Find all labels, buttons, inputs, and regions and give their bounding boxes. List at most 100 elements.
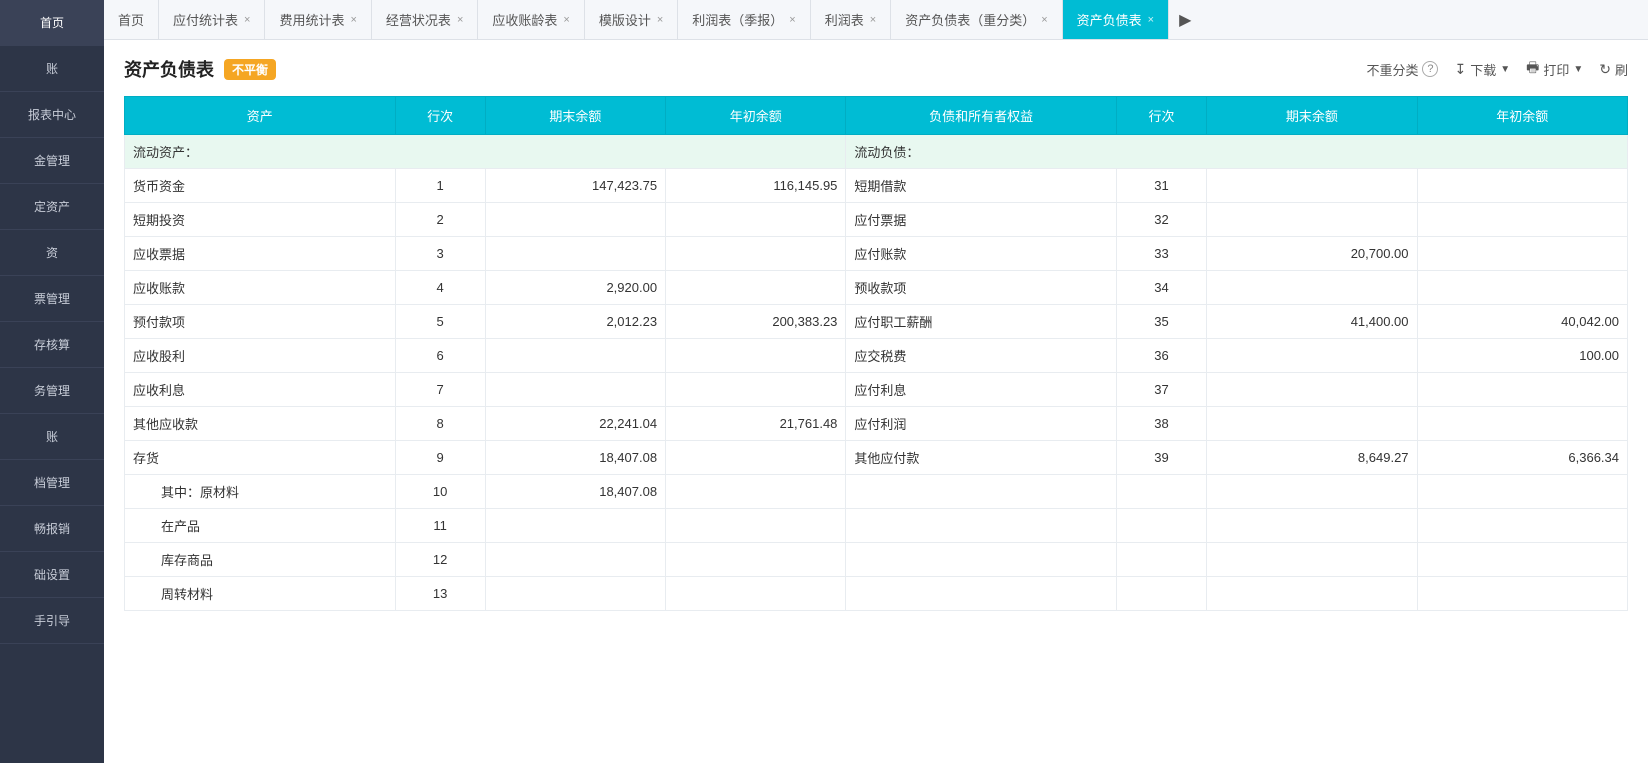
classify-label: 不重分类 <box>1366 60 1418 79</box>
asset-end-balance: 18,407.08 <box>485 475 665 509</box>
tab-label: 资产负债表（重分类） <box>905 10 1035 29</box>
sidebar-item-ledger[interactable]: 账 <box>0 46 104 92</box>
tab-home-label: 首页 <box>118 10 144 29</box>
toolbar-right: 不重分类 ? ↧ 下载 ▼ 🖶 打印 ▼ ↻ 刷 <box>1366 57 1628 81</box>
asset-row-num: 5 <box>395 305 485 339</box>
tab-close-icon[interactable]: × <box>1148 14 1154 26</box>
asset-begin-balance <box>666 543 846 577</box>
header-end-balance: 期末余额 <box>485 97 665 135</box>
sidebar-item-settings[interactable]: 础设置 <box>0 552 104 598</box>
liab-end-balance: 41,400.00 <box>1207 305 1417 339</box>
asset-name: 存货 <box>125 441 396 475</box>
tab-label: 利润表（季报） <box>692 10 783 29</box>
refresh-btn[interactable]: ↻ 刷 <box>1599 60 1628 79</box>
asset-end-balance: 147,423.75 <box>485 169 665 203</box>
header-year-begin: 年初余额 <box>666 97 846 135</box>
tab-receivable-age[interactable]: 应收账龄表 × <box>478 0 584 40</box>
sidebar-item-expense[interactable]: 畅报销 <box>0 506 104 552</box>
print-icon: 🖶 <box>1526 57 1539 81</box>
liab-row-num: 39 <box>1116 441 1206 475</box>
sidebar-item-home[interactable]: 首页 <box>0 0 104 46</box>
sidebar-item-archive[interactable]: 档管理 <box>0 460 104 506</box>
asset-row-num: 8 <box>395 407 485 441</box>
table-row: 应收票据 3 应付账款 33 20,700.00 <box>125 237 1628 271</box>
tab-balance-reclassify[interactable]: 资产负债表（重分类） × <box>891 0 1062 40</box>
liab-begin-balance <box>1417 373 1627 407</box>
liab-row-num: 35 <box>1116 305 1206 339</box>
asset-name: 应收股利 <box>125 339 396 373</box>
sidebar-item-capital[interactable]: 资 <box>0 230 104 276</box>
asset-end-balance <box>485 543 665 577</box>
liab-begin-balance <box>1417 509 1627 543</box>
sidebar-item-inventory[interactable]: 存核算 <box>0 322 104 368</box>
tab-more-btn[interactable]: ▶ <box>1169 0 1201 40</box>
liab-row-num <box>1116 509 1206 543</box>
header-year-begin2: 年初余额 <box>1417 97 1627 135</box>
asset-begin-balance <box>666 203 846 237</box>
sidebar-item-report-center[interactable]: 报表中心 <box>0 92 104 138</box>
table-row: 其中：原材料 10 18,407.08 <box>125 475 1628 509</box>
liab-name <box>846 543 1117 577</box>
table-row: 应收股利 6 应交税费 36 100.00 <box>125 339 1628 373</box>
liab-end-balance <box>1207 577 1417 611</box>
asset-begin-balance: 116,145.95 <box>666 169 846 203</box>
download-btn[interactable]: ↧ 下载 ▼ <box>1454 60 1510 79</box>
liab-name <box>846 475 1117 509</box>
tab-profit[interactable]: 利润表 × <box>811 0 891 40</box>
asset-row-num: 11 <box>395 509 485 543</box>
asset-begin-balance <box>666 271 846 305</box>
tab-close-icon[interactable]: × <box>244 14 250 26</box>
sidebar-item-affairs[interactable]: 务管理 <box>0 368 104 414</box>
liab-end-balance: 20,700.00 <box>1207 237 1417 271</box>
liab-end-balance <box>1207 339 1417 373</box>
tab-label: 资产负债表 <box>1077 10 1142 29</box>
print-label: 打印 <box>1543 60 1569 79</box>
liab-row-num: 38 <box>1116 407 1206 441</box>
tab-close-icon[interactable]: × <box>789 14 795 26</box>
tab-home[interactable]: 首页 <box>104 0 159 40</box>
liab-name: 应付利润 <box>846 407 1117 441</box>
tab-close-icon[interactable]: × <box>563 14 569 26</box>
tab-close-icon[interactable]: × <box>350 14 356 26</box>
tab-close-icon[interactable]: × <box>1041 14 1047 26</box>
table-row: 在产品 11 <box>125 509 1628 543</box>
header-asset: 资产 <box>125 97 396 135</box>
main-area: 首页 应付统计表 × 费用统计表 × 经营状况表 × 应收账龄表 × 模版设计 … <box>104 0 1648 763</box>
sidebar-item-guide[interactable]: 手引导 <box>0 598 104 644</box>
tab-close-icon[interactable]: × <box>457 14 463 26</box>
print-btn[interactable]: 🖶 打印 ▼ <box>1526 57 1583 81</box>
sidebar-item-fund[interactable]: 金管理 <box>0 138 104 184</box>
sidebar-item-ticket[interactable]: 票管理 <box>0 276 104 322</box>
tab-operation[interactable]: 经营状况表 × <box>372 0 478 40</box>
liab-end-balance: 8,649.27 <box>1207 441 1417 475</box>
asset-row-num: 6 <box>395 339 485 373</box>
sidebar-item-account[interactable]: 账 <box>0 414 104 460</box>
sidebar-item-fixed-assets[interactable]: 定资产 <box>0 184 104 230</box>
tab-close-icon[interactable]: × <box>657 14 663 26</box>
help-icon[interactable]: ? <box>1422 61 1438 77</box>
page-title: 资产负债表 <box>124 56 214 82</box>
table-row: 货币资金 1 147,423.75 116,145.95 短期借款 31 <box>125 169 1628 203</box>
liab-row-num: 32 <box>1116 203 1206 237</box>
asset-name: 应收票据 <box>125 237 396 271</box>
tab-balance[interactable]: 资产负债表 × <box>1063 0 1169 40</box>
tab-profit-quarterly[interactable]: 利润表（季报） × <box>678 0 810 40</box>
asset-name: 短期投资 <box>125 203 396 237</box>
asset-name: 库存商品 <box>125 543 396 577</box>
liab-begin-balance <box>1417 169 1627 203</box>
classify-btn[interactable]: 不重分类 ? <box>1366 60 1438 79</box>
liab-begin-balance: 40,042.00 <box>1417 305 1627 339</box>
liab-begin-balance <box>1417 577 1627 611</box>
table-row: 预付款项 5 2,012.23 200,383.23 应付职工薪酬 35 41,… <box>125 305 1628 339</box>
tab-close-icon[interactable]: × <box>870 14 876 26</box>
table-row: 库存商品 12 <box>125 543 1628 577</box>
tab-payable-stat[interactable]: 应付统计表 × <box>159 0 265 40</box>
asset-begin-balance: 200,383.23 <box>666 305 846 339</box>
asset-begin-balance <box>666 509 846 543</box>
page-header: 资产负债表 不平衡 不重分类 ? ↧ 下载 ▼ 🖶 打印 ▼ <box>124 56 1628 82</box>
tab-expense-stat[interactable]: 费用统计表 × <box>265 0 371 40</box>
tab-template-design[interactable]: 模版设计 × <box>585 0 678 40</box>
asset-row-num: 2 <box>395 203 485 237</box>
tab-bar: 首页 应付统计表 × 费用统计表 × 经营状况表 × 应收账龄表 × 模版设计 … <box>104 0 1648 40</box>
table-row: 短期投资 2 应付票据 32 <box>125 203 1628 237</box>
